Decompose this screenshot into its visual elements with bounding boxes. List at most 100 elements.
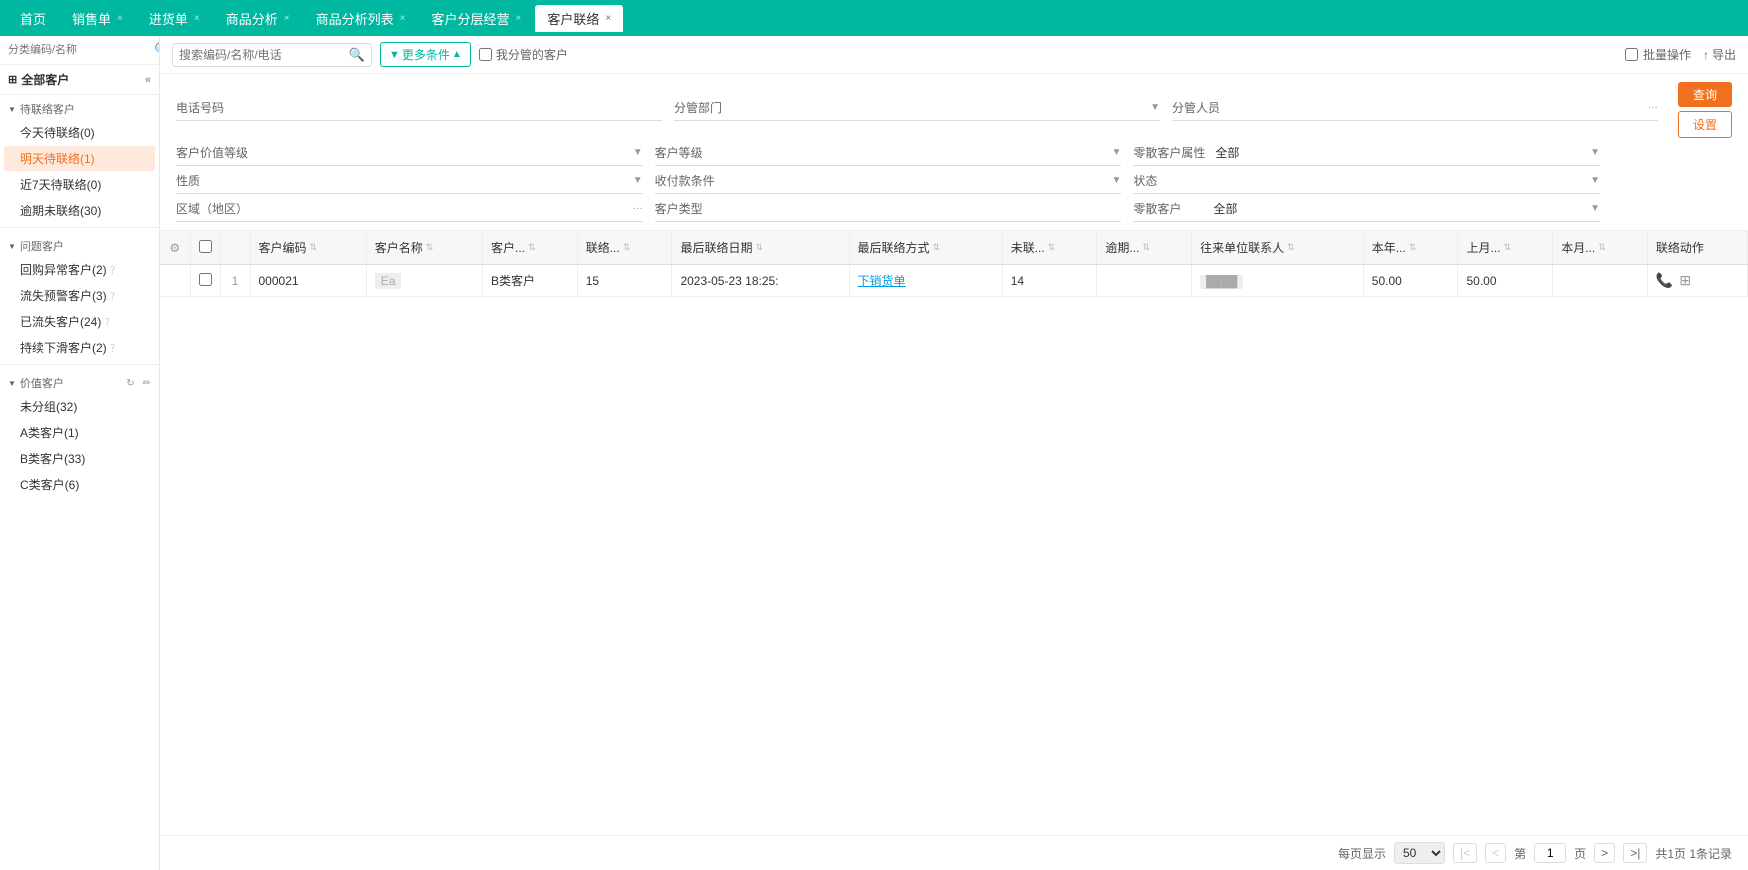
customer-table: ⚙ 客户编码 ⇅ 客户名称 ⇅ [160, 231, 1748, 297]
sidebar-item-today[interactable]: 今天待联络(0) [4, 120, 155, 145]
collapse-all-icon[interactable]: « [145, 74, 151, 86]
th-last-month[interactable]: 上月... ⇅ [1458, 231, 1553, 265]
sidebar-item-7days[interactable]: 近7天待联络(0) [4, 172, 155, 197]
sidebar-item-repurchase-abnormal[interactable]: 回购异常客户(2) ？ [4, 257, 155, 282]
page-size-select[interactable]: 50 100 200 [1394, 842, 1445, 864]
th-settings[interactable]: ⚙ [160, 231, 190, 265]
sidebar-item-churn-warning[interactable]: 流失预警客户(3) ？ [4, 283, 155, 308]
th-name[interactable]: 客户名称 ⇅ [366, 231, 482, 265]
sidebar-search-input[interactable] [8, 44, 150, 56]
manager-more-icon[interactable]: ··· [1648, 102, 1658, 113]
status-dropdown-icon[interactable]: ▼ [1590, 175, 1600, 186]
sidebar-item-class-a[interactable]: A类客户(1) [4, 420, 155, 445]
search-icon[interactable]: 🔍 [349, 47, 365, 63]
group-value-label: 价值客户 [20, 375, 64, 391]
filter-row-1: 电话号码 分管部门 ▼ 分管人员 ··· 查询 设置 [176, 82, 1732, 138]
nav-sales-close[interactable]: × [117, 13, 123, 24]
last-page-btn[interactable]: >| [1623, 843, 1647, 863]
sidebar-item-overdue[interactable]: 逾期未联络(30) [4, 198, 155, 223]
sidebar-all-customers[interactable]: ⊞ 全部客户 « [0, 65, 159, 95]
page-input[interactable] [1534, 843, 1566, 863]
nav-customer-contact-close[interactable]: × [605, 13, 611, 24]
th-uncontacted-label: 未联... [1011, 239, 1045, 256]
next-page-btn[interactable]: > [1594, 843, 1615, 863]
edit-icon[interactable]: ✏ [143, 378, 151, 389]
my-customers-check[interactable]: 我分管的客户 [479, 46, 568, 63]
retail-customer-dropdown-icon[interactable]: ▼ [1590, 203, 1600, 214]
sidebar-item-ungrouped[interactable]: 未分组(32) [4, 394, 155, 419]
td-this-month [1553, 265, 1648, 297]
sidebar-item-churned[interactable]: 已流失客户(24) ？ [4, 309, 155, 334]
nav-sales[interactable]: 销售单 × [60, 5, 135, 32]
sidebar-item-7days-label: 近7天待联络(0) [20, 178, 101, 192]
customer-level-dropdown-icon[interactable]: ▼ [1111, 147, 1121, 158]
nav-product-analysis[interactable]: 商品分析 × [214, 5, 302, 32]
refresh-icon[interactable]: ↻ [126, 378, 134, 389]
nav-product-analysis-list-close[interactable]: × [400, 13, 406, 24]
th-last-contact-date-sort-icon: ⇅ [755, 242, 763, 253]
payment-dropdown-icon[interactable]: ▼ [1111, 175, 1121, 186]
sidebar-item-tomorrow[interactable]: 明天待联络(1) [4, 146, 155, 171]
td-uncontacted: 14 [1002, 265, 1097, 297]
sidebar-item-class-c[interactable]: C类客户(6) [4, 472, 155, 497]
settings-button[interactable]: 设置 [1678, 111, 1732, 138]
value-level-dropdown-icon[interactable]: ▼ [633, 147, 643, 158]
nav-product-analysis-list[interactable]: 商品分析列表 × [304, 5, 418, 32]
my-customers-checkbox[interactable] [479, 48, 492, 61]
td-no: 1 [220, 265, 250, 297]
department-dropdown-icon[interactable]: ▼ [1150, 102, 1160, 113]
prev-page-btn[interactable]: < [1485, 843, 1506, 863]
sidebar-item-declining[interactable]: 持续下滑客户(2) ？ [4, 335, 155, 360]
query-button[interactable]: 查询 [1678, 82, 1732, 107]
question-icon4: ？ [110, 344, 120, 355]
action-grid-icon[interactable]: ⊞ [1679, 272, 1691, 289]
nav-home[interactable]: 首页 [8, 5, 58, 32]
th-overdue[interactable]: 逾期... ⇅ [1097, 231, 1192, 265]
last-contact-way-link[interactable]: 下销货单 [858, 274, 906, 288]
th-uncontacted[interactable]: 未联... ⇅ [1002, 231, 1097, 265]
group-problem-customers[interactable]: ▼ 问题客户 [0, 232, 159, 256]
sidebar-item-class-b[interactable]: B类客户(33) [4, 446, 155, 471]
nav-customer-segment-close[interactable]: × [515, 13, 521, 24]
retail-attr-dropdown-icon[interactable]: ▼ [1590, 147, 1600, 158]
th-this-month[interactable]: 本月... ⇅ [1553, 231, 1648, 265]
region-more-icon[interactable]: ··· [633, 203, 643, 214]
filter-row-4: 区域（地区） ··· 客户类型 零散客户 全部 ▼ [176, 200, 1732, 222]
all-customers-label: 全部客户 [21, 71, 69, 88]
payment-label: 收付款条件 [655, 172, 725, 189]
gender-dropdown-icon[interactable]: ▼ [633, 175, 643, 186]
action-icons: 📞 ⊞ [1656, 272, 1739, 289]
main-search-input[interactable] [179, 48, 349, 62]
th-last-contact-way-label: 最后联络方式 [858, 239, 930, 256]
nav-product-analysis-close[interactable]: × [284, 13, 290, 24]
more-conditions-btn[interactable]: ▼ 更多条件 ▲ [380, 42, 471, 67]
nav-purchase[interactable]: 进货单 × [137, 5, 212, 32]
nav-purchase-close[interactable]: × [194, 13, 200, 24]
filter-gender: 性质 ▼ [176, 172, 643, 194]
group-value-customers[interactable]: ▼ 价值客户 ↻ ✏ [0, 369, 159, 393]
td-checkbox[interactable] [190, 265, 220, 297]
row-checkbox[interactable] [199, 273, 212, 286]
group-pending-contact[interactable]: ▼ 待联络客户 [0, 95, 159, 119]
th-last-contact-date[interactable]: 最后联络日期 ⇅ [672, 231, 849, 265]
nav-customer-segment[interactable]: 客户分层经营 × [419, 5, 533, 32]
action-phone-icon[interactable]: 📞 [1656, 272, 1673, 289]
td-contacts: 15 [577, 265, 672, 297]
select-all-checkbox[interactable] [199, 240, 212, 253]
nav-customer-contact[interactable]: 客户联络 × [535, 5, 623, 32]
th-unit-contact[interactable]: 往来单位联系人 ⇅ [1192, 231, 1364, 265]
export-btn[interactable]: ↑ 导出 [1703, 46, 1736, 63]
filter-manager: 分管人员 ··· [1172, 99, 1658, 121]
nav-product-analysis-list-label: 商品分析列表 [316, 9, 394, 28]
th-contacts[interactable]: 联络... ⇅ [577, 231, 672, 265]
th-checkbox[interactable] [190, 231, 220, 265]
first-page-btn[interactable]: |< [1453, 843, 1477, 863]
filter-row-2: 客户价值等级 ▼ 客户等级 ▼ 零散客户属性 全部 ▼ [176, 144, 1732, 166]
customer-type-label: 客户类型 [655, 200, 725, 217]
th-last-contact-way[interactable]: 最后联络方式 ⇅ [849, 231, 1002, 265]
batch-op-btn[interactable]: 批量操作 [1625, 46, 1691, 63]
th-this-year[interactable]: 本年... ⇅ [1363, 231, 1458, 265]
th-level[interactable]: 客户... ⇅ [483, 231, 578, 265]
batch-checkbox[interactable] [1625, 48, 1638, 61]
th-code[interactable]: 客户编码 ⇅ [250, 231, 366, 265]
